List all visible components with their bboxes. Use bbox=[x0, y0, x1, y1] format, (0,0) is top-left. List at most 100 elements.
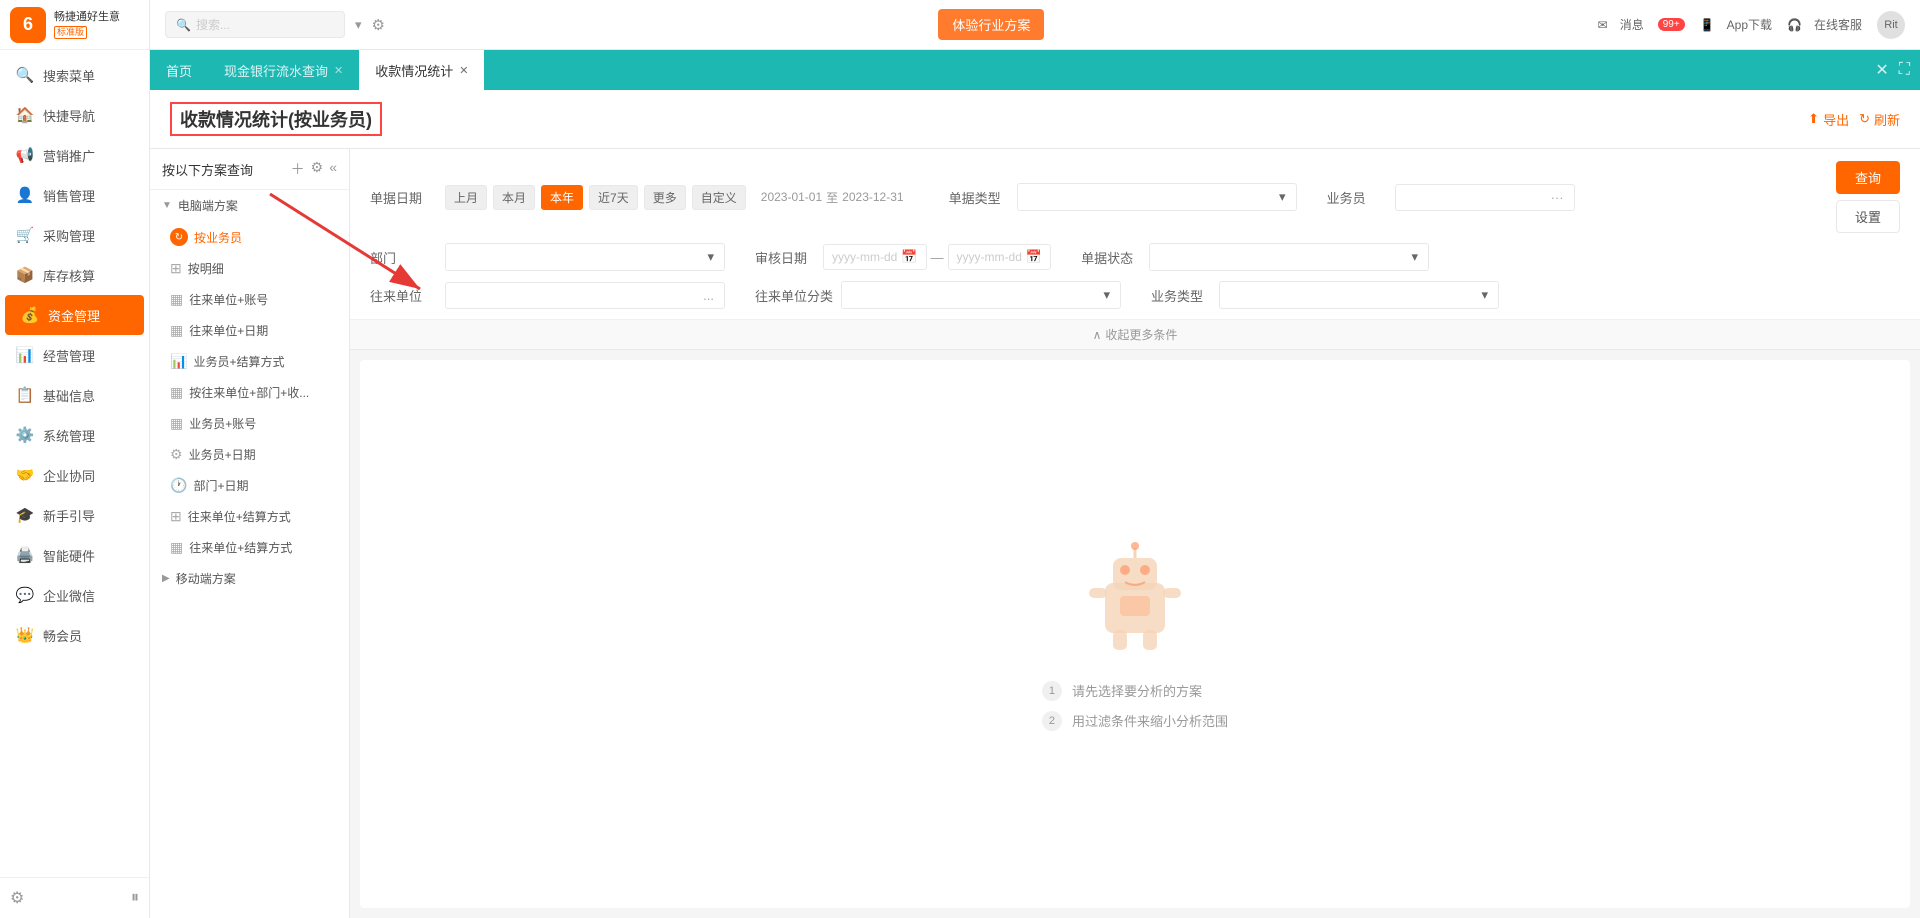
tab-close-collection[interactable]: ✕ bbox=[459, 64, 468, 77]
collapse-sidebar-icon[interactable]: ⏸ bbox=[131, 889, 139, 907]
tree-item-partner-dept[interactable]: ▦ 按往来单位+部门+收... bbox=[158, 377, 349, 408]
sidebar: 6 畅捷通好生意 标准版 🔍 搜索菜单 🏠 快捷导航 📢 营销推广 👤 销售管理… bbox=[0, 0, 150, 918]
query-btn[interactable]: 查询 bbox=[1836, 161, 1900, 194]
tab-close-bank[interactable]: ✕ bbox=[334, 64, 343, 77]
biz-type-filter: 业务类型 ▾ bbox=[1151, 281, 1499, 309]
table-icon-1: ▦ bbox=[170, 291, 183, 308]
tree-collapse-icon: ▶ bbox=[162, 573, 170, 584]
partner-cat-select[interactable]: ▾ bbox=[841, 281, 1121, 309]
sidebar-item-quicknav[interactable]: 🏠 快捷导航 bbox=[0, 95, 149, 135]
inventory-icon: 📦 bbox=[15, 265, 35, 285]
sidebar-item-hardware[interactable]: 🖨️ 智能硬件 bbox=[0, 535, 149, 575]
settings-icon[interactable]: ⚙ bbox=[10, 888, 24, 908]
add-scheme-icon[interactable]: ＋ bbox=[291, 159, 305, 179]
sidebar-item-system[interactable]: ⚙️ 系统管理 bbox=[0, 415, 149, 455]
tree-item-staff-date[interactable]: ⚙ 业务员+日期 bbox=[158, 439, 349, 470]
content-area: 按以下方案查询 ＋ ⚙ « ▼ 电脑端方案 ↻ bbox=[150, 149, 1920, 918]
app-download-group[interactable]: 📱 App下载 bbox=[1700, 16, 1772, 33]
date-btn-this-month[interactable]: 本月 bbox=[493, 185, 535, 210]
chevron-down-icon-dept: ▾ bbox=[707, 249, 714, 265]
topbar-search[interactable]: 🔍 搜索... bbox=[165, 11, 345, 38]
date-range: 2023-01-01 至 2023-12-31 bbox=[761, 189, 904, 206]
sidebar-item-finance[interactable]: 💰 资金管理 bbox=[5, 295, 144, 335]
tab-home[interactable]: 首页 bbox=[150, 50, 208, 90]
tree-item-staff-settle[interactable]: 📊 业务员+结算方式 bbox=[158, 346, 349, 377]
collapse-icon: ∧ bbox=[1093, 328, 1102, 342]
refresh-btn[interactable]: ↻ 刷新 bbox=[1859, 110, 1900, 129]
tree-item-partner-settle1[interactable]: ⊞ 往来单位+结算方式 bbox=[158, 501, 349, 532]
audit-from-input[interactable]: yyyy-mm-dd 📅 bbox=[823, 244, 927, 270]
close-window-btn[interactable]: ✕ bbox=[1875, 60, 1888, 80]
voucher-filter: 单据状态 ▾ bbox=[1081, 243, 1429, 271]
collapse-panel-icon[interactable]: « bbox=[329, 159, 337, 179]
tree-item-by-detail[interactable]: ⊞ 按明细 bbox=[158, 253, 349, 284]
chart-icon: 📊 bbox=[170, 353, 187, 370]
date-btn-custom[interactable]: 自定义 bbox=[692, 185, 746, 210]
table-icon-5: ▦ bbox=[170, 539, 183, 556]
basic-icon: 📋 bbox=[15, 385, 35, 405]
dept-select[interactable]: ▾ bbox=[445, 243, 725, 271]
tree-item-dept-date[interactable]: 🕐 部门+日期 bbox=[158, 470, 349, 501]
page-content: 收款情况统计(按业务员) ⬆ 导出 ↻ 刷新 按以下方案查询 ＋ bbox=[150, 90, 1920, 918]
filter-row-3: 往来单位 ... 往来单位分类 ▾ bbox=[370, 281, 1900, 309]
sidebar-item-marketing[interactable]: 📢 营销推广 bbox=[0, 135, 149, 175]
topbar-dropdown-icon[interactable]: ▾ bbox=[355, 17, 362, 33]
date-btn-last-month[interactable]: 上月 bbox=[445, 185, 487, 210]
tree-item-by-staff[interactable]: ↻ 按业务员 bbox=[158, 221, 349, 253]
sidebar-item-sales[interactable]: 👤 销售管理 bbox=[0, 175, 149, 215]
date-quick-buttons: 上月 本月 本年 近7天 更多 自定义 bbox=[445, 185, 746, 210]
tabbar: 首页 现金银行流水查询 ✕ 收款情况统计 ✕ ✕ ⛶ bbox=[150, 50, 1920, 90]
robot-svg bbox=[1075, 538, 1195, 658]
sidebar-item-enterprise[interactable]: 🤝 企业协同 bbox=[0, 455, 149, 495]
audit-to-input[interactable]: yyyy-mm-dd 📅 bbox=[948, 244, 1052, 270]
voucher-select[interactable]: ▾ bbox=[1149, 243, 1429, 271]
maximize-btn[interactable]: ⛶ bbox=[1899, 61, 1910, 79]
settings-scheme-icon[interactable]: ⚙ bbox=[311, 159, 324, 179]
set-btn[interactable]: 设置 bbox=[1836, 200, 1900, 233]
purchase-icon: 🛒 bbox=[15, 225, 35, 245]
sidebar-item-search[interactable]: 🔍 搜索菜单 bbox=[0, 55, 149, 95]
tree-item-partner-settle2[interactable]: ▦ 往来单位+结算方式 bbox=[158, 532, 349, 563]
staff-select[interactable]: ··· bbox=[1395, 184, 1575, 211]
topbar-gear-icon[interactable]: ⚙ bbox=[372, 16, 385, 34]
filter-row-2: 部门 ▾ 审核日期 yyyy-mm-dd 📅 bbox=[370, 243, 1900, 271]
collapse-more-btn[interactable]: ∧ 收起更多条件 bbox=[350, 319, 1920, 349]
sidebar-item-member[interactable]: 👑 畅会员 bbox=[0, 615, 149, 655]
partner-input[interactable]: ... bbox=[445, 282, 725, 309]
sidebar-item-inventory[interactable]: 📦 库存核算 bbox=[0, 255, 149, 295]
finance-icon: 💰 bbox=[20, 305, 40, 325]
phone-icon: 📱 bbox=[1700, 18, 1715, 32]
date-btn-more[interactable]: 更多 bbox=[644, 185, 686, 210]
tree-item-partner-account[interactable]: ▦ 往来单位+账号 bbox=[158, 284, 349, 315]
sidebar-item-operations[interactable]: 📊 经营管理 bbox=[0, 335, 149, 375]
audit-date-range: yyyy-mm-dd 📅 — yyyy-mm-dd 📅 bbox=[823, 244, 1051, 270]
tree-group-desktop[interactable]: ▼ 电脑端方案 bbox=[150, 190, 349, 221]
sidebar-item-basic[interactable]: 📋 基础信息 bbox=[0, 375, 149, 415]
date-btn-this-year[interactable]: 本年 bbox=[541, 185, 583, 210]
sidebar-item-wechat[interactable]: 💬 企业微信 bbox=[0, 575, 149, 615]
sidebar-item-guide[interactable]: 🎓 新手引导 bbox=[0, 495, 149, 535]
page-header: 收款情况统计(按业务员) ⬆ 导出 ↻ 刷新 bbox=[150, 90, 1920, 149]
tree-item-partner-date[interactable]: ▦ 往来单位+日期 bbox=[158, 315, 349, 346]
calendar-icon-from: 📅 bbox=[901, 249, 917, 265]
message-group[interactable]: ✉ 消息 99+ bbox=[1598, 16, 1685, 33]
service-group[interactable]: 🎧 在线客服 bbox=[1787, 16, 1862, 33]
date-btn-7days[interactable]: 近7天 bbox=[589, 185, 638, 210]
panel-actions: ＋ ⚙ « bbox=[291, 159, 337, 179]
user-avatar[interactable]: Rit bbox=[1877, 11, 1905, 39]
tab-collection[interactable]: 收款情况统计 ✕ bbox=[359, 50, 484, 90]
main-area: 🔍 搜索... ▾ ⚙ 体验行业方案 ✉ 消息 99+ 📱 App下载 🎧 在线… bbox=[150, 0, 1920, 918]
type-select[interactable]: ▾ bbox=[1017, 183, 1297, 211]
system-icon: ⚙️ bbox=[15, 425, 35, 445]
tab-bank[interactable]: 现金银行流水查询 ✕ bbox=[208, 50, 359, 90]
operations-icon: 📊 bbox=[15, 345, 35, 365]
panel-header: 按以下方案查询 ＋ ⚙ « bbox=[150, 149, 349, 190]
headset-icon: 🎧 bbox=[1787, 18, 1802, 32]
solution-btn[interactable]: 体验行业方案 bbox=[938, 9, 1044, 40]
tree-group-mobile[interactable]: ▶ 移动端方案 bbox=[150, 563, 349, 594]
tree-item-staff-account[interactable]: ▦ 业务员+账号 bbox=[158, 408, 349, 439]
biz-type-select[interactable]: ▾ bbox=[1219, 281, 1499, 309]
sidebar-item-purchase[interactable]: 🛒 采购管理 bbox=[0, 215, 149, 255]
logo-icon: 6 bbox=[10, 7, 46, 43]
export-btn[interactable]: ⬆ 导出 bbox=[1808, 110, 1849, 129]
